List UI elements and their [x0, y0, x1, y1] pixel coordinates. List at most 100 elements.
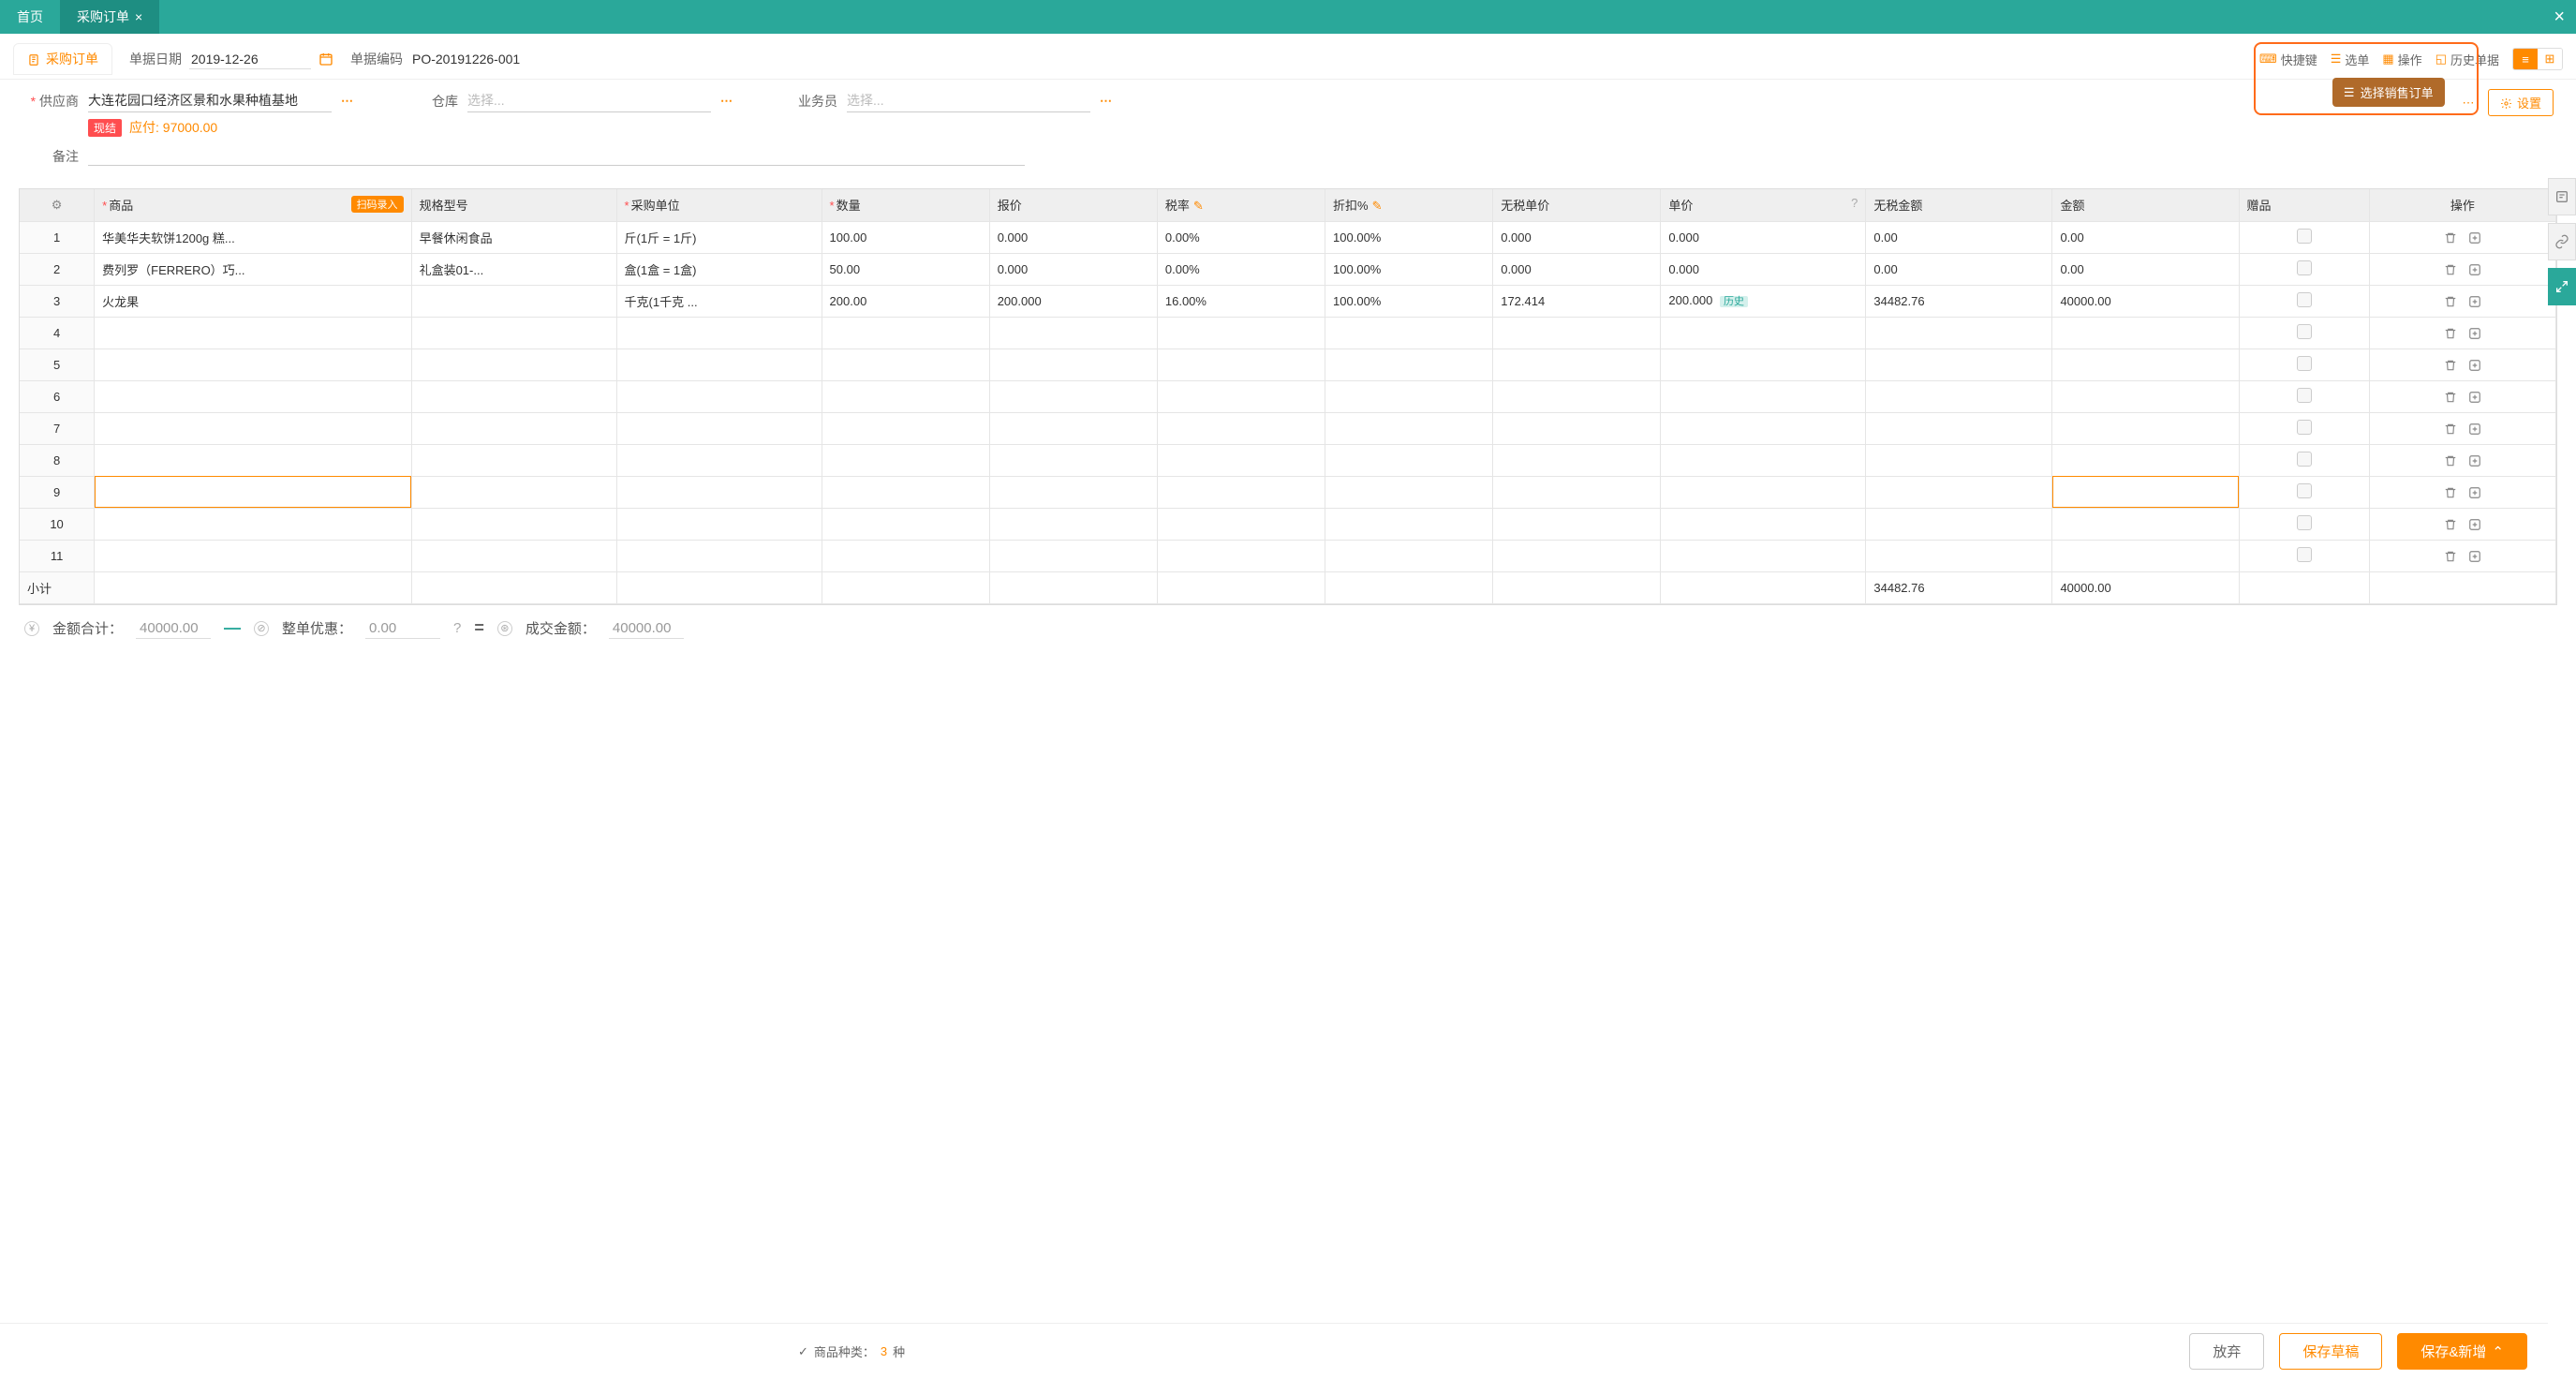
- add-icon[interactable]: [2468, 548, 2481, 562]
- gift-cell[interactable]: [2239, 253, 2369, 285]
- history-link[interactable]: ◱历史单据: [2435, 51, 2499, 68]
- gift-cell[interactable]: [2239, 348, 2369, 380]
- spec-cell[interactable]: 早餐休闲食品: [411, 221, 616, 253]
- product-cell[interactable]: 费列罗（FERRERO）巧...: [95, 253, 411, 285]
- amt-cell[interactable]: [2052, 476, 2239, 508]
- gift-cell[interactable]: [2239, 221, 2369, 253]
- save-draft-button[interactable]: 保存草稿: [2279, 1333, 2382, 1370]
- product-cell[interactable]: [95, 540, 411, 571]
- add-icon[interactable]: [2468, 452, 2481, 467]
- checkbox[interactable]: [2297, 420, 2312, 435]
- more-icon[interactable]: ⋯: [1100, 94, 1114, 109]
- delete-icon[interactable]: [2444, 357, 2457, 371]
- discard-button[interactable]: 放弃: [2189, 1333, 2264, 1370]
- delete-icon[interactable]: [2444, 293, 2457, 307]
- table-row[interactable]: 1华美华夫软饼1200g 糕...早餐休闲食品斤(1斤 = 1斤)100.000…: [20, 221, 2556, 253]
- product-cell[interactable]: [95, 348, 411, 380]
- amt-cell[interactable]: 40000.00: [2052, 285, 2239, 317]
- checkbox[interactable]: [2297, 483, 2312, 498]
- amt-cell[interactable]: 0.00: [2052, 221, 2239, 253]
- tax-cell[interactable]: 0.00%: [1157, 253, 1325, 285]
- table-row[interactable]: 11: [20, 540, 2556, 571]
- qty-cell[interactable]: 100.00: [822, 221, 989, 253]
- remark-input[interactable]: [88, 146, 1025, 166]
- checkbox[interactable]: [2297, 452, 2312, 467]
- add-icon[interactable]: [2468, 293, 2481, 307]
- add-icon[interactable]: [2468, 389, 2481, 403]
- gift-cell[interactable]: [2239, 540, 2369, 571]
- table-row[interactable]: 9: [20, 476, 2556, 508]
- table-row[interactable]: 2费列罗（FERRERO）巧...礼盒装01-...盒(1盒 = 1盒)50.0…: [20, 253, 2556, 285]
- disc-cell[interactable]: 100.00%: [1325, 221, 1493, 253]
- checkbox[interactable]: [2297, 388, 2312, 403]
- price-cell[interactable]: 0.000: [1661, 221, 1866, 253]
- tax-cell[interactable]: 16.00%: [1157, 285, 1325, 317]
- gift-cell[interactable]: [2239, 508, 2369, 540]
- gift-cell[interactable]: [2239, 285, 2369, 317]
- amt-cell[interactable]: [2052, 317, 2239, 348]
- disc-cell[interactable]: 100.00%: [1325, 285, 1493, 317]
- more-icon[interactable]: ⋯: [2463, 96, 2475, 110]
- amt-cell[interactable]: [2052, 412, 2239, 444]
- spec-cell[interactable]: 礼盒装01-...: [411, 253, 616, 285]
- table-row[interactable]: 4: [20, 317, 2556, 348]
- delete-icon[interactable]: [2444, 548, 2457, 562]
- amt-cell[interactable]: [2052, 540, 2239, 571]
- product-cell[interactable]: [95, 380, 411, 412]
- amt-cell[interactable]: [2052, 444, 2239, 476]
- gift-cell[interactable]: [2239, 476, 2369, 508]
- price-cell[interactable]: 200.000 历史: [1661, 285, 1866, 317]
- table-row[interactable]: 10: [20, 508, 2556, 540]
- salesman-input[interactable]: 选择...: [847, 89, 1090, 112]
- add-icon[interactable]: [2468, 261, 2481, 275]
- unit-cell[interactable]: 斤(1斤 = 1斤): [616, 221, 822, 253]
- select-sales-order-button[interactable]: ☰ 选择销售订单: [2332, 78, 2445, 107]
- edit-icon[interactable]: ✎: [1372, 199, 1383, 213]
- qty-cell[interactable]: 200.00: [822, 285, 989, 317]
- shortcut-link[interactable]: ⌨快捷键: [2259, 51, 2317, 68]
- spec-cell[interactable]: [411, 285, 616, 317]
- product-cell[interactable]: [95, 476, 411, 508]
- supplier-value[interactable]: 大连花园口经济区景和水果种植基地: [88, 89, 332, 112]
- disc-cell[interactable]: 100.00%: [1325, 253, 1493, 285]
- add-icon[interactable]: [2468, 325, 2481, 339]
- quote-cell[interactable]: 0.000: [989, 221, 1157, 253]
- amt-notax-cell[interactable]: 0.00: [1866, 221, 2052, 253]
- checkbox[interactable]: [2297, 515, 2312, 530]
- checkbox[interactable]: [2297, 356, 2312, 371]
- delete-icon[interactable]: [2444, 325, 2457, 339]
- date-value[interactable]: 2019-12-26: [189, 50, 311, 69]
- product-cell[interactable]: 火龙果: [95, 285, 411, 317]
- add-icon[interactable]: [2468, 516, 2481, 530]
- amt-cell[interactable]: 0.00: [2052, 253, 2239, 285]
- warehouse-input[interactable]: 选择...: [467, 89, 711, 112]
- close-icon[interactable]: ×: [135, 9, 142, 24]
- gift-cell[interactable]: [2239, 444, 2369, 476]
- add-icon[interactable]: [2468, 484, 2481, 498]
- ops-link[interactable]: ▦操作: [2382, 51, 2421, 68]
- delete-icon[interactable]: [2444, 230, 2457, 244]
- view-list-button[interactable]: ≡: [2513, 49, 2538, 69]
- help-icon[interactable]: ?: [1851, 196, 1858, 210]
- table-row[interactable]: 6: [20, 380, 2556, 412]
- checkbox[interactable]: [2297, 324, 2312, 339]
- delete-icon[interactable]: [2444, 516, 2457, 530]
- help-icon[interactable]: ?: [453, 620, 461, 636]
- edit-icon[interactable]: ✎: [1193, 199, 1204, 213]
- tax-cell[interactable]: 0.00%: [1157, 221, 1325, 253]
- checkbox[interactable]: [2297, 260, 2312, 275]
- gift-cell[interactable]: [2239, 412, 2369, 444]
- add-icon[interactable]: [2468, 230, 2481, 244]
- gift-cell[interactable]: [2239, 380, 2369, 412]
- checkbox[interactable]: [2297, 229, 2312, 244]
- quote-cell[interactable]: 0.000: [989, 253, 1157, 285]
- price-notax-cell[interactable]: 0.000: [1493, 253, 1661, 285]
- amt-notax-cell[interactable]: 0.00: [1866, 253, 2052, 285]
- global-close-icon[interactable]: ×: [2554, 7, 2565, 28]
- product-cell[interactable]: 华美华夫软饼1200g 糕...: [95, 221, 411, 253]
- checkbox[interactable]: [2297, 292, 2312, 307]
- dock-expand-button[interactable]: [2548, 268, 2576, 305]
- doc-type-tab[interactable]: 采购订单: [13, 43, 112, 75]
- settings-button[interactable]: 设置: [2488, 89, 2554, 116]
- dock-link-button[interactable]: [2548, 223, 2576, 260]
